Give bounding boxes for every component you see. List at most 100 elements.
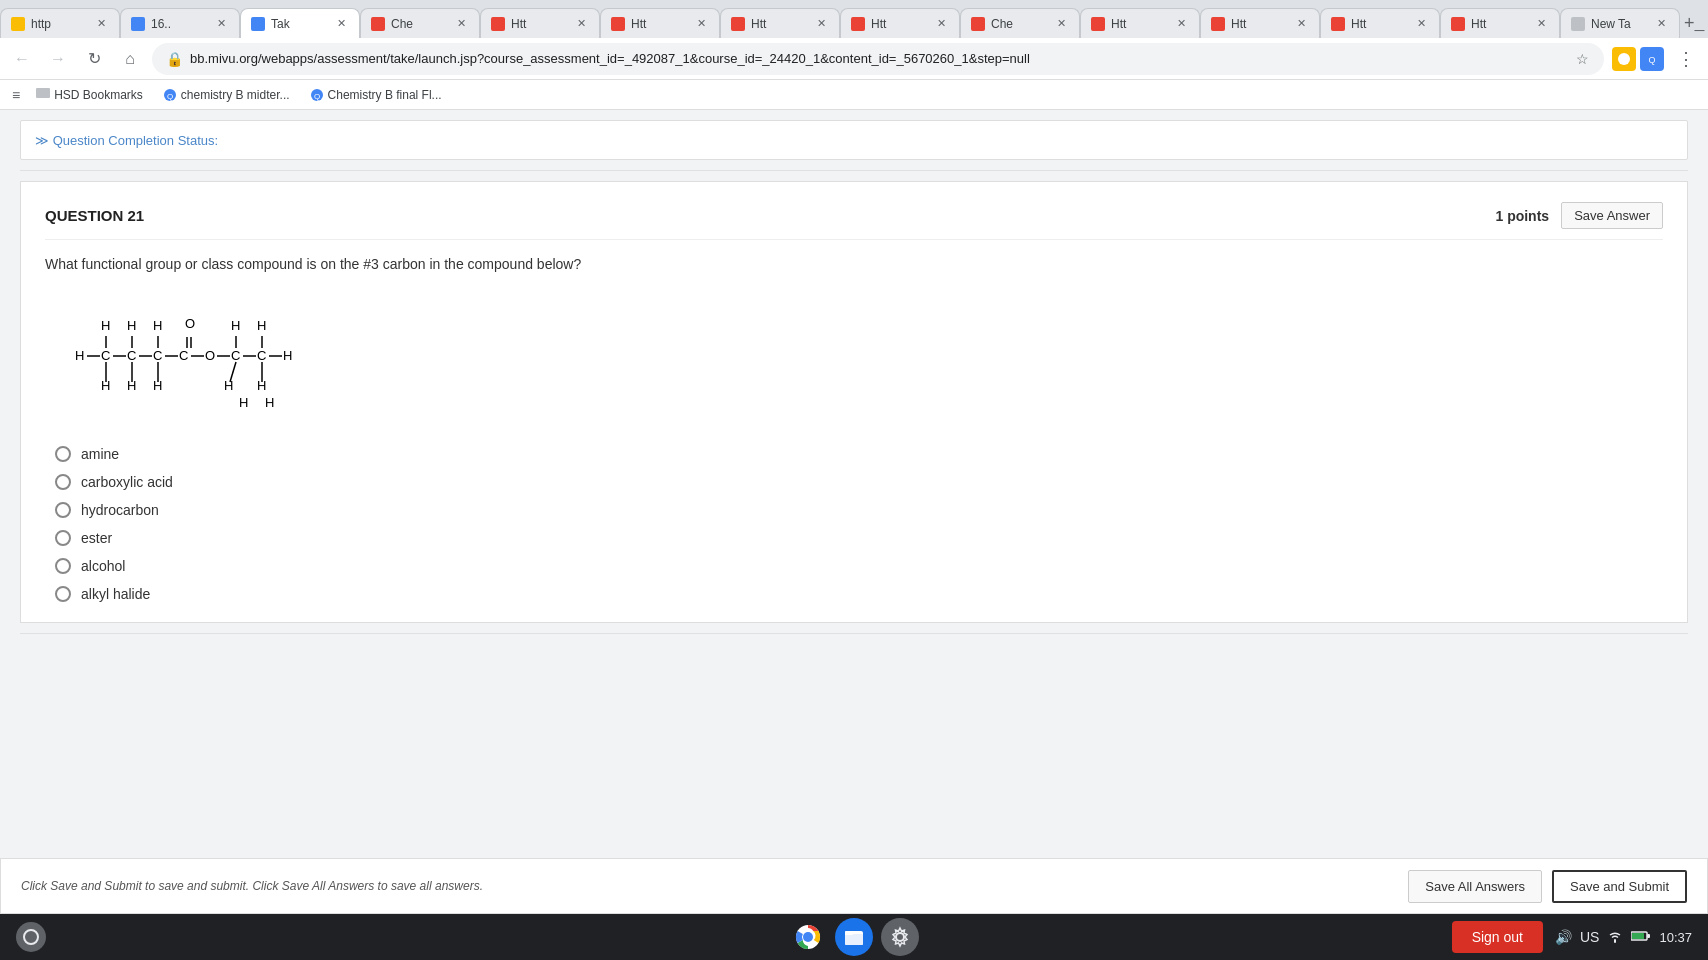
svg-text:H: H [265, 395, 274, 410]
answer-option-amine[interactable]: amine [55, 446, 1663, 462]
tab-7[interactable]: Htt ✕ [720, 8, 840, 38]
radio-carboxylic[interactable] [55, 474, 71, 490]
tab-1[interactable]: http ✕ [0, 8, 120, 38]
tab-10[interactable]: Htt ✕ [1080, 8, 1200, 38]
forward-button[interactable]: → [44, 45, 72, 73]
tab-title-5: Htt [511, 17, 567, 31]
tab-bar: http ✕ 16.. ✕ Tak ✕ Che ✕ Htt ✕ Htt ✕ [0, 0, 1708, 38]
question-text: What functional group or class compound … [45, 256, 1663, 272]
tab-title-8: Htt [871, 17, 927, 31]
taskbar-center [789, 918, 919, 956]
radio-alcohol[interactable] [55, 558, 71, 574]
answer-label-amine: amine [81, 446, 119, 462]
svg-text:H: H [153, 318, 162, 333]
taskbar: Sign out 🔊 US 10:37 [0, 914, 1708, 960]
home-button[interactable]: ⌂ [116, 45, 144, 73]
tab-2[interactable]: 16.. ✕ [120, 8, 240, 38]
tab-title-11: Htt [1231, 17, 1287, 31]
answer-option-ester[interactable]: ester [55, 530, 1663, 546]
tab-title-3: Tak [271, 17, 327, 31]
tab-close-12[interactable]: ✕ [1413, 16, 1429, 32]
tab-close-3[interactable]: ✕ [333, 16, 349, 32]
taskbar-settings[interactable] [881, 918, 919, 956]
volume-icon[interactable]: 🔊 [1555, 929, 1572, 945]
taskbar-files[interactable] [835, 918, 873, 956]
tab-14[interactable]: New Ta ✕ [1560, 8, 1680, 38]
tab-close-9[interactable]: ✕ [1053, 16, 1069, 32]
tab-close-10[interactable]: ✕ [1173, 16, 1189, 32]
launcher-icon [23, 929, 39, 945]
tab-close-13[interactable]: ✕ [1533, 16, 1549, 32]
wifi-signal-icon [1607, 928, 1623, 944]
clock-display: 10:37 [1659, 930, 1692, 945]
tab-close-5[interactable]: ✕ [573, 16, 589, 32]
bookmark-hsd-label: HSD Bookmarks [54, 88, 143, 102]
answer-option-hydrocarbon[interactable]: hydrocarbon [55, 502, 1663, 518]
bookmark-hsd-icon [36, 88, 50, 102]
tab-5[interactable]: Htt ✕ [480, 8, 600, 38]
svg-rect-59 [1632, 933, 1644, 939]
ext-icon-2[interactable]: Q [1640, 47, 1664, 71]
tab-9[interactable]: Che ✕ [960, 8, 1080, 38]
tab-close-6[interactable]: ✕ [693, 16, 709, 32]
new-tab-button[interactable]: + [1684, 8, 1695, 38]
chemical-structure: H C C C C O [65, 292, 1663, 422]
radio-alkyl-halide[interactable] [55, 586, 71, 602]
tab-8[interactable]: Htt ✕ [840, 8, 960, 38]
svg-text:C: C [153, 348, 162, 363]
svg-rect-3 [36, 88, 50, 98]
radio-ester[interactable] [55, 530, 71, 546]
minimize-button[interactable]: ─ [1695, 22, 1705, 38]
tab-close-4[interactable]: ✕ [453, 16, 469, 32]
ext-icon-1[interactable] [1612, 47, 1636, 71]
launcher-button[interactable] [16, 922, 46, 952]
svg-text:C: C [179, 348, 188, 363]
question-meta: 1 points Save Answer [1495, 202, 1663, 229]
tab-close-14[interactable]: ✕ [1653, 16, 1669, 32]
tab-title-7: Htt [751, 17, 807, 31]
tab-12[interactable]: Htt ✕ [1320, 8, 1440, 38]
bookmark-star-icon[interactable]: ☆ [1572, 49, 1592, 69]
answer-option-carboxylic[interactable]: carboxylic acid [55, 474, 1663, 490]
browser-menu-button[interactable]: ⋮ [1672, 45, 1700, 73]
back-button[interactable]: ← [8, 45, 36, 73]
url-bar[interactable]: 🔒 bb.mivu.org/webapps/assessment/take/la… [152, 43, 1604, 75]
tab-11[interactable]: Htt ✕ [1200, 8, 1320, 38]
tab-favicon-14 [1571, 17, 1585, 31]
tab-3[interactable]: Tak ✕ [240, 8, 360, 38]
question-header: QUESTION 21 1 points Save Answer [45, 202, 1663, 240]
tab-favicon-5 [491, 17, 505, 31]
sign-out-button[interactable]: Sign out [1452, 921, 1543, 953]
radio-amine[interactable] [55, 446, 71, 462]
page-content: Question Completion Status: QUESTION 21 … [0, 110, 1708, 914]
network-icon[interactable]: US [1580, 929, 1599, 945]
answer-option-alcohol[interactable]: alcohol [55, 558, 1663, 574]
save-answer-button[interactable]: Save Answer [1561, 202, 1663, 229]
tab-4[interactable]: Che ✕ [360, 8, 480, 38]
tab-close-8[interactable]: ✕ [933, 16, 949, 32]
bookmark-chemistry-b[interactable]: Q chemistry B midter... [155, 85, 298, 105]
reload-button[interactable]: ↻ [80, 45, 108, 73]
taskbar-chrome[interactable] [789, 918, 827, 956]
tab-close-2[interactable]: ✕ [213, 16, 229, 32]
bottom-separator [20, 633, 1688, 634]
tab-13[interactable]: Htt ✕ [1440, 8, 1560, 38]
radio-hydrocarbon[interactable] [55, 502, 71, 518]
svg-point-52 [803, 932, 813, 942]
url-actions: ☆ [1572, 49, 1592, 69]
footer-instruction: Click Save and Submit to save and submit… [21, 879, 483, 893]
tab-close-7[interactable]: ✕ [813, 16, 829, 32]
bookmark-chemistry-final[interactable]: Q Chemistry B final Fl... [302, 85, 450, 105]
answer-option-alkyl-halide[interactable]: alkyl halide [55, 586, 1663, 602]
tab-close-11[interactable]: ✕ [1293, 16, 1309, 32]
tab-close-1[interactable]: ✕ [93, 16, 109, 32]
tab-6[interactable]: Htt ✕ [600, 8, 720, 38]
tab-title-10: Htt [1111, 17, 1167, 31]
save-all-answers-button[interactable]: Save All Answers [1408, 870, 1542, 903]
tab-favicon-8 [851, 17, 865, 31]
bookmark-hsd[interactable]: HSD Bookmarks [28, 85, 151, 105]
completion-status-link[interactable]: Question Completion Status: [35, 133, 218, 148]
save-and-submit-button[interactable]: Save and Submit [1552, 870, 1687, 903]
bookmarks-toggle[interactable]: ≡ [8, 85, 24, 105]
points-label: 1 points [1495, 208, 1549, 224]
